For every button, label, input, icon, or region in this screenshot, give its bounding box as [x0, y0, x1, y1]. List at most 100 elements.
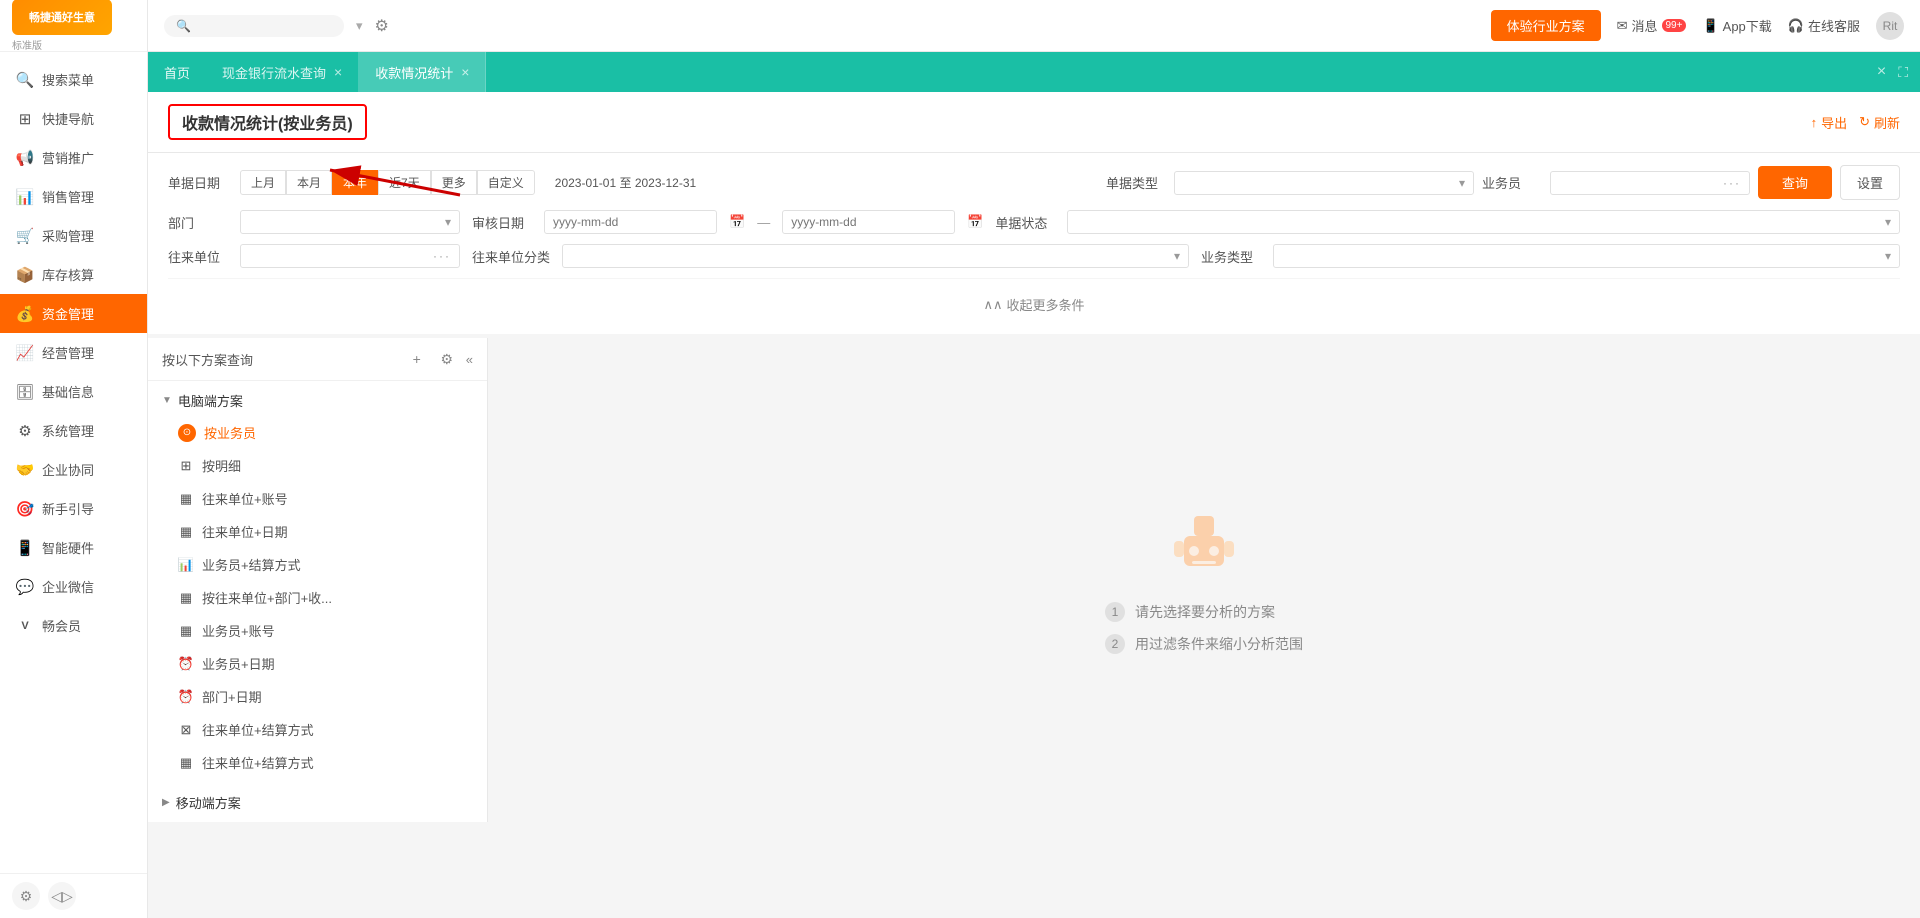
partner-select[interactable]: ···: [240, 244, 460, 268]
scheme-item-staff-settlement[interactable]: 📊 业务员+结算方式: [148, 548, 487, 581]
scheme-item-label: 部门+日期: [202, 687, 262, 706]
tab-receipt-stats-close[interactable]: ×: [461, 64, 469, 80]
scheme-desktop-group-header[interactable]: ▼ 电脑端方案: [148, 385, 487, 416]
sidebar-item-system[interactable]: ⚙ 系统管理: [0, 411, 147, 450]
scheme-settings-btn[interactable]: ⚙: [436, 348, 458, 370]
online-service-btn[interactable]: 🎧 在线客服: [1788, 16, 1860, 35]
scheme-item-by-detail[interactable]: ⊞ 按明细: [148, 449, 487, 482]
scheme-mobile-group-header[interactable]: ▶ 移动端方案: [148, 787, 487, 818]
app-download-btn[interactable]: 📱 App下载: [1702, 16, 1771, 35]
sidebar-item-wechat[interactable]: 💬 企业微信: [0, 567, 147, 606]
right-content: 1 请先选择要分析的方案 2 用过滤条件来缩小分析范围: [488, 338, 1920, 822]
topbar-settings-icon[interactable]: ⚙: [375, 16, 389, 36]
date-tab-this-month[interactable]: 本月: [286, 170, 332, 195]
empty-tip-1: 1 请先选择要分析的方案: [1105, 602, 1303, 622]
sidebar-item-member[interactable]: V 畅会员: [0, 606, 147, 645]
calendar-start-icon[interactable]: 📅: [729, 214, 745, 230]
scheme-collapse-btn[interactable]: «: [466, 352, 473, 367]
scheme-item-partner-account[interactable]: ▦ 往来单位+账号: [148, 482, 487, 515]
partner-category-select[interactable]: ▾: [562, 244, 1189, 268]
settings-bottom-btn[interactable]: ⚙: [12, 882, 40, 910]
tab-bank-flow[interactable]: 现金银行流水查询 ×: [206, 52, 359, 92]
review-date-end[interactable]: [782, 210, 955, 234]
topbar-actions: 体验行业方案 ✉ 消息 99+ 📱 App下载 🎧 在线客服 Rit: [1491, 10, 1904, 41]
scheme-add-btn[interactable]: +: [406, 348, 428, 370]
system-icon: ⚙: [16, 422, 34, 440]
empty-tip-2: 2 用过滤条件来缩小分析范围: [1105, 634, 1303, 654]
tab-bank-flow-close[interactable]: ×: [334, 64, 342, 80]
staff-label: 业务员: [1482, 173, 1542, 192]
tab-receipt-stats[interactable]: 收款情况统计 ×: [359, 52, 486, 92]
mobile-arrow-icon: ▶: [162, 797, 170, 808]
window-max-btn[interactable]: ⛶: [1898, 64, 1908, 81]
review-date-start[interactable]: [544, 210, 717, 234]
doc-status-chevron: ▾: [1885, 215, 1891, 229]
collapse-more-btn[interactable]: ∧∧ 收起更多条件: [975, 287, 1092, 322]
scheme-item-partner-date[interactable]: ▦ 往来单位+日期: [148, 515, 487, 548]
main-body: 按以下方案查询 + ⚙ « ▼ 电脑端方案 ⊙ 按业务员: [148, 338, 1920, 822]
partner-settlement1-icon: ⊠: [178, 722, 194, 738]
date-tab-more[interactable]: 更多: [431, 170, 477, 195]
staff-select[interactable]: ···: [1550, 171, 1750, 195]
sidebar-item-inventory[interactable]: 📦 库存核算: [0, 255, 147, 294]
tip-1-num: 1: [1105, 602, 1125, 622]
scheme-item-partner-dept[interactable]: ▦ 按往来单位+部门+收...: [148, 581, 487, 614]
topbar-dropdown-arrow[interactable]: ▾: [356, 18, 363, 34]
type-select[interactable]: ▾: [1174, 171, 1474, 195]
date-tab-this-year[interactable]: 本年: [332, 170, 378, 195]
export-label: 导出: [1821, 113, 1847, 132]
sidebar-item-marketing[interactable]: 📢 营销推广: [0, 138, 147, 177]
sidebar-item-purchase[interactable]: 🛒 采购管理: [0, 216, 147, 255]
user-avatar[interactable]: Rit: [1876, 12, 1904, 40]
trial-btn[interactable]: 体验行业方案: [1491, 10, 1601, 41]
message-btn[interactable]: ✉ 消息 99+: [1617, 16, 1687, 35]
sidebar-item-smart-hw[interactable]: 📱 智能硬件: [0, 528, 147, 567]
sidebar-item-quick-nav[interactable]: ⊞ 快捷导航: [0, 99, 147, 138]
filter-panel: 单据日期 上月 本月 本年 近7天 更多: [148, 153, 1920, 334]
scheme-item-by-staff[interactable]: ⊙ 按业务员: [148, 416, 487, 449]
partner-category-chevron: ▾: [1174, 249, 1180, 263]
scheme-item-partner-settlement1[interactable]: ⊠ 往来单位+结算方式: [148, 713, 487, 746]
topbar: 🔍 ▾ ⚙ 体验行业方案 ✉ 消息 99+ 📱 App下载 🎧 在线客服 Rit: [148, 0, 1920, 52]
doc-status-select[interactable]: ▾: [1067, 210, 1900, 234]
scheme-item-staff-date[interactable]: ⏰ 业务员+日期: [148, 647, 487, 680]
sidebar-bottom: ⚙ ◁▷: [0, 873, 147, 918]
staff-date-icon: ⏰: [178, 656, 194, 672]
date-tab-last-month[interactable]: 上月: [240, 170, 286, 195]
export-icon: ↑: [1811, 115, 1818, 130]
calendar-end-icon[interactable]: 📅: [967, 214, 983, 230]
tab-home[interactable]: 首页: [148, 52, 206, 92]
app-download-label: App下载: [1723, 16, 1772, 35]
scheme-item-dept-date[interactable]: ⏰ 部门+日期: [148, 680, 487, 713]
sidebar-item-operations[interactable]: 📈 经营管理: [0, 333, 147, 372]
sidebar-item-enterprise[interactable]: 🤝 企业协同: [0, 450, 147, 489]
dept-select[interactable]: ▾: [240, 210, 460, 234]
sidebar-item-guide[interactable]: 🎯 新手引导: [0, 489, 147, 528]
scheme-item-partner-settlement2[interactable]: ▦ 往来单位+结算方式: [148, 746, 487, 779]
collapse-sidebar-btn[interactable]: ◁▷: [48, 882, 76, 910]
partner-dots[interactable]: ···: [433, 249, 451, 263]
sidebar-item-label: 资金管理: [42, 304, 94, 323]
sidebar-item-sales[interactable]: 📊 销售管理: [0, 177, 147, 216]
empty-tips: 1 请先选择要分析的方案 2 用过滤条件来缩小分析范围: [1105, 602, 1303, 654]
staff-dots[interactable]: ···: [1723, 176, 1741, 190]
biz-type-select[interactable]: ▾: [1273, 244, 1900, 268]
sidebar-item-base-info[interactable]: 🗄 基础信息: [0, 372, 147, 411]
topbar-search-area[interactable]: 🔍: [164, 15, 344, 37]
service-icon: 🎧: [1788, 18, 1804, 34]
scheme-item-label: 往来单位+账号: [202, 489, 288, 508]
scheme-mobile-group: ▶ 移动端方案: [148, 783, 487, 822]
sidebar-item-finance[interactable]: 💰 资金管理: [0, 294, 147, 333]
filter-row-2: 部门 ▾ 审核日期 📅 — 📅 单据状态 ▾: [168, 210, 1900, 234]
query-btn[interactable]: 查询: [1758, 166, 1832, 199]
date-tab-7days[interactable]: 近7天: [378, 170, 431, 195]
scheme-item-staff-account[interactable]: ▦ 业务员+账号: [148, 614, 487, 647]
export-btn[interactable]: ↑ 导出: [1811, 113, 1848, 132]
sidebar-item-search[interactable]: 🔍 搜索菜单: [0, 60, 147, 99]
refresh-btn[interactable]: ↻ 刷新: [1859, 113, 1900, 132]
window-close-btn[interactable]: ×: [1877, 63, 1886, 81]
page-content: 收款情况统计(按业务员) ↑ 导出 ↻ 刷新 单据日期 上月: [148, 92, 1920, 918]
date-tab-custom[interactable]: 自定义: [477, 170, 535, 195]
settings-btn[interactable]: 设置: [1840, 165, 1900, 200]
scheme-item-label: 业务员+日期: [202, 654, 275, 673]
